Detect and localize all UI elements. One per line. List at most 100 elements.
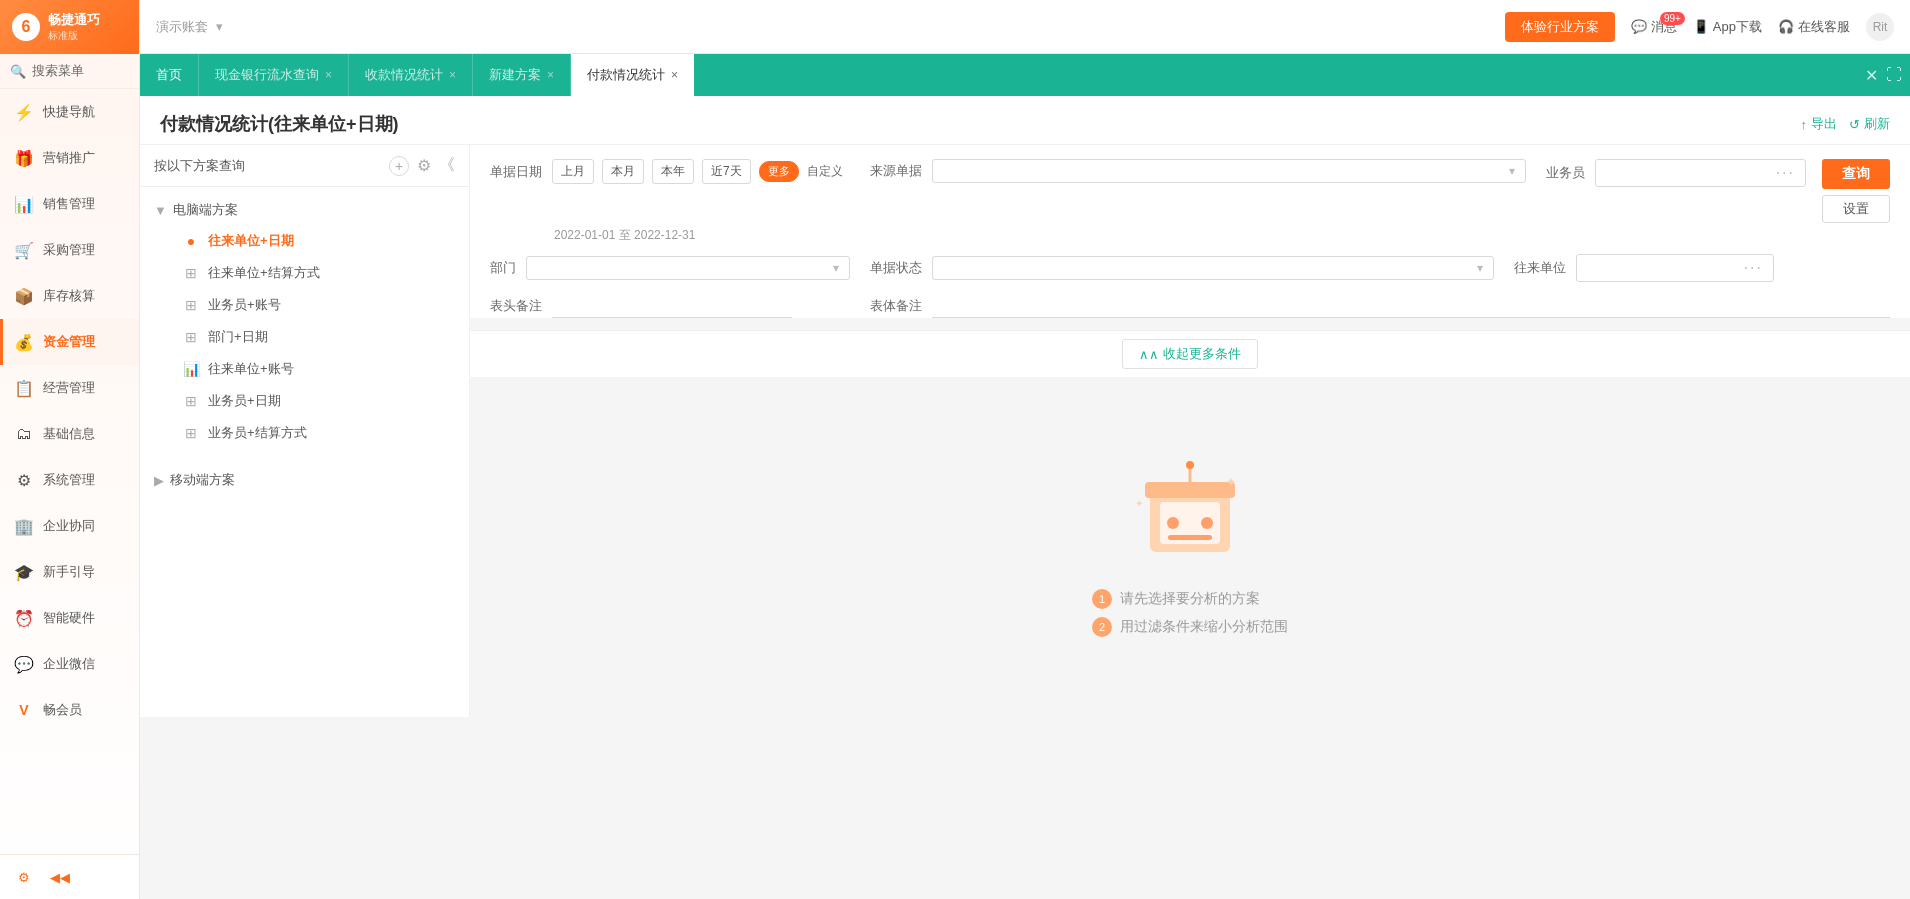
date-custom-label[interactable]: 自定义 [807,163,843,180]
scheme-item-unit-settle[interactable]: ⊞ 往来单位+结算方式 [154,257,455,289]
scheme-section-desktop-title[interactable]: ▼ 电脑端方案 [154,195,455,225]
header-note-group: 表头备注 [490,294,850,318]
scheme-item-label: 业务员+结算方式 [208,424,307,442]
tab-payment-stats[interactable]: 付款情况统计 × [571,54,694,96]
trial-btn[interactable]: 体验行业方案 [1505,12,1615,42]
tab-new-scheme-close[interactable]: × [547,68,554,82]
doc-status-select[interactable]: ▾ [932,256,1494,280]
scheme-section-mobile-title[interactable]: ▶ 移动端方案 [154,465,455,495]
sidebar-item-basic[interactable]: 🗂 基础信息 [0,411,139,457]
source-filter-label: 来源单据 [870,162,922,180]
empty-texts: 1 请先选择要分析的方案 2 用过滤条件来缩小分析范围 [1092,589,1288,637]
scheme-item-unit-account[interactable]: 📊 往来单位+账号 [154,353,455,385]
related-unit-select[interactable]: ··· [1576,254,1774,282]
tab-close-all-btn[interactable]: ✕ [1865,66,1878,85]
sidebar-item-operations[interactable]: 📋 经营管理 [0,365,139,411]
tab-home[interactable]: 首页 [140,54,199,96]
refresh-btn[interactable]: ↺ 刷新 [1849,115,1890,133]
dept-select[interactable]: ▾ [526,256,850,280]
date-btn-last-7[interactable]: 近7天 [702,159,751,184]
mobile-section-label: 移动端方案 [170,471,235,489]
desktop-section-label: 电脑端方案 [173,201,238,219]
refresh-label: 刷新 [1864,115,1890,133]
body-note-input[interactable] [932,294,1890,318]
sidebar-search-btn[interactable]: 🔍 搜索菜单 [0,54,139,89]
tab-fullscreen-btn[interactable]: ⛶ [1886,66,1902,84]
right-content: 单据日期 上月 本月 本年 近7天 更多 自定义 [470,145,1910,717]
scheme-item-staff-account[interactable]: ⊞ 业务员+账号 [154,289,455,321]
sidebar-item-sales[interactable]: 📊 销售管理 [0,181,139,227]
sidebar-item-label: 快捷导航 [43,103,95,121]
date-btn-last-month[interactable]: 上月 [552,159,594,184]
scheme-icon-staff-date: ⊞ [182,392,200,410]
marketing-icon: 🎁 [13,147,35,169]
tab-collection-stats[interactable]: 收款情况统计 × [349,54,473,96]
tab-home-label: 首页 [156,66,182,84]
sidebar-item-label: 基础信息 [43,425,95,443]
left-panel-collapse-btn[interactable]: 《 [439,155,455,176]
date-options: 上月 本月 本年 近7天 更多 自定义 [552,159,843,184]
scheme-item-staff-date[interactable]: ⊞ 业务员+日期 [154,385,455,417]
header-note-input[interactable] [552,294,792,318]
date-btn-this-month[interactable]: 本月 [602,159,644,184]
sidebar-item-finance[interactable]: 💰 资金管理 [0,319,139,365]
sidebar-item-inventory[interactable]: 📦 库存核算 [0,273,139,319]
user-avatar[interactable]: Rit [1866,13,1894,41]
sidebar-item-system[interactable]: ⚙ 系统管理 [0,457,139,503]
tab-new-scheme[interactable]: 新建方案 × [473,54,571,96]
online-service-btn[interactable]: 🎧 在线客服 [1778,18,1850,36]
left-panel-add-btn[interactable]: + [389,156,409,176]
messages-badge: 99+ [1660,12,1685,25]
date-btn-this-year[interactable]: 本年 [652,159,694,184]
scheme-section-desktop: ▼ 电脑端方案 ● 往来单位+日期 ⊞ 往来单位+结算方式 [140,187,469,457]
tab-payment-stats-close[interactable]: × [671,68,678,82]
doc-status-label: 单据状态 [870,259,922,277]
sidebar-item-enterprise[interactable]: 🏢 企业协同 [0,503,139,549]
dropdown-icon[interactable]: ▾ [216,19,223,34]
app-download-btn[interactable]: 📱 App下载 [1693,18,1762,36]
wechat-icon: 💬 [13,653,35,675]
query-button[interactable]: 查询 [1822,159,1890,189]
sidebar-item-label: 系统管理 [43,471,95,489]
scheme-item-staff-settle[interactable]: ⊞ 业务员+结算方式 [154,417,455,449]
scheme-item-dept-date[interactable]: ⊞ 部门+日期 [154,321,455,353]
tab-collection-stats-close[interactable]: × [449,68,456,82]
enterprise-icon: 🏢 [13,515,35,537]
source-select[interactable]: ▾ [932,159,1526,183]
filter-settings-btn[interactable]: 设置 [1822,195,1890,223]
sidebar-item-quick-nav[interactable]: ⚡ 快捷导航 [0,89,139,135]
sidebar-collapse-btn[interactable]: ◀◀ [46,863,74,891]
svg-point-3 [1167,517,1179,529]
dept-filter-label: 部门 [490,259,516,277]
collapse-more-btn[interactable]: ∧∧ 收起更多条件 [1122,339,1258,369]
content-area: 付款情况统计(往来单位+日期) ↑ 导出 ↺ 刷新 按 [140,96,1910,899]
app-download-label: App下载 [1713,18,1762,36]
sidebar-item-member[interactable]: V 畅会员 [0,687,139,733]
app-icon: 📱 [1693,19,1709,34]
sidebar-item-wechat[interactable]: 💬 企业微信 [0,641,139,687]
sidebar-item-guide[interactable]: 🎓 新手引导 [0,549,139,595]
export-btn[interactable]: ↑ 导出 [1801,115,1838,133]
query-btn-group: 查询 设置 [1822,159,1890,223]
sidebar-item-marketing[interactable]: 🎁 营销推广 [0,135,139,181]
scheme-item-unit-date[interactable]: ● 往来单位+日期 [154,225,455,257]
messages-btn[interactable]: 💬 消息 99+ [1631,18,1677,36]
sidebar-item-purchase[interactable]: 🛒 采购管理 [0,227,139,273]
empty-state: ✦ ✦ 1 请先选择要分析的方案 2 用过滤条件来缩小分析范围 [470,377,1910,717]
staff-select[interactable]: ··· [1595,159,1806,187]
staff-filter-group: 业务员 ··· [1526,159,1806,187]
tab-bank-flow-close[interactable]: × [325,68,332,82]
main-body: 按以下方案查询 + ⚙ 《 ▼ 电脑端方案 [140,145,1910,717]
messages-icon: 💬 [1631,19,1647,34]
svg-text:✦: ✦ [1135,498,1143,509]
related-unit-label: 往来单位 [1514,259,1566,277]
export-label: 导出 [1811,115,1837,133]
sidebar-settings-btn[interactable]: ⚙ [10,863,38,891]
tab-bank-flow[interactable]: 现金银行流水查询 × [199,54,349,96]
date-btn-more[interactable]: 更多 [759,161,799,182]
scheme-section-mobile: ▶ 移动端方案 [140,457,469,503]
dept-filter-group: 部门 ▾ [490,256,850,280]
left-panel-settings-btn[interactable]: ⚙ [417,156,431,175]
sidebar-item-hardware[interactable]: ⏰ 智能硬件 [0,595,139,641]
scheme-icon-unit-date: ● [182,232,200,250]
